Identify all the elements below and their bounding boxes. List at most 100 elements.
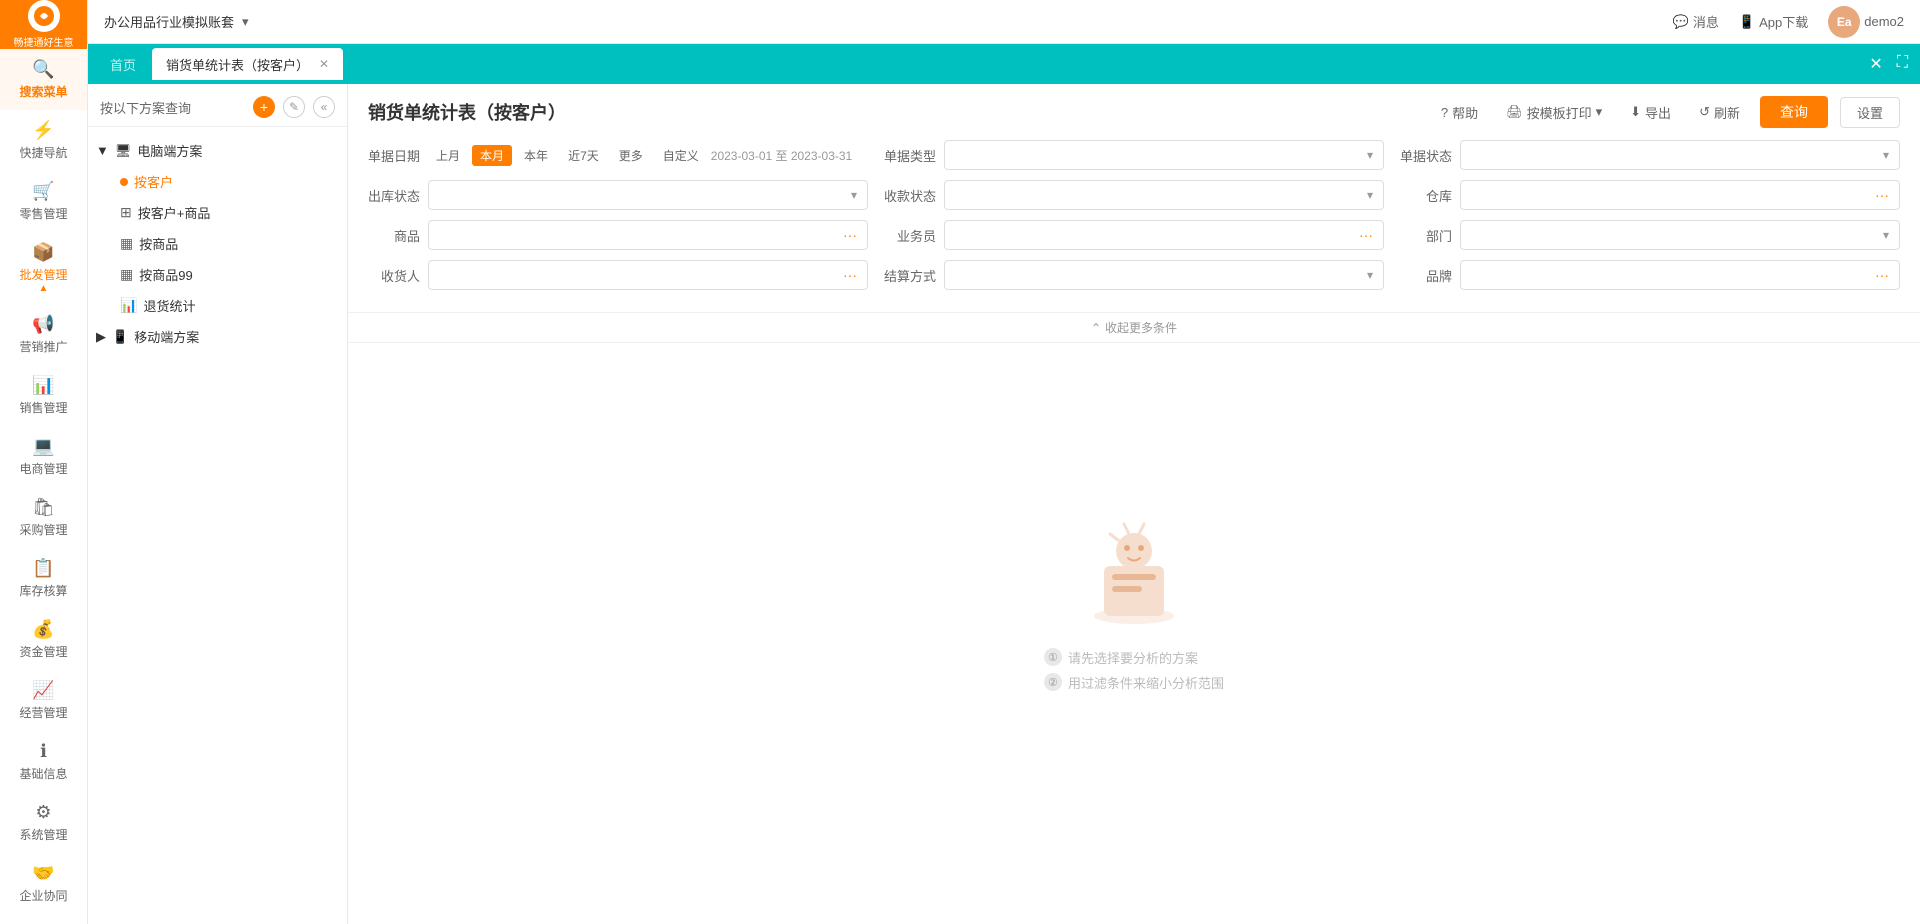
sidebar-item-search[interactable]: 🔍 搜索菜单	[0, 49, 88, 110]
print-dropdown-icon: ▾	[1596, 104, 1603, 120]
outstatus-dropdown-icon: ▾	[851, 188, 857, 202]
topbar-user[interactable]: Ea demo2	[1828, 6, 1904, 38]
tab-sales-stats[interactable]: 销货单统计表（按客户） ✕	[152, 48, 343, 80]
template-print-label: 按模板打印	[1527, 103, 1592, 122]
brand-input[interactable]: ···	[1460, 260, 1900, 290]
tree-item-by-goods-99[interactable]: ▦ 按商品99	[104, 259, 347, 290]
filter-date-cell: 单据日期 上月 本月 本年 近7天 更多 自定义 2023-03-01 至 20…	[368, 145, 868, 166]
docstatus-select[interactable]: ▾	[1460, 140, 1900, 170]
tab-home-label: 首页	[110, 55, 136, 74]
tree-desktop-group[interactable]: ▼ 🖥 电脑端方案	[88, 135, 347, 166]
empty-tips: ① 请先选择要分析的方案 ② 用过滤条件来缩小分析范围	[1044, 648, 1224, 692]
sidebar-item-retail[interactable]: 🛒 零售管理	[0, 171, 88, 232]
add-scheme-btn[interactable]: +	[253, 96, 275, 118]
tabbar-close-btn[interactable]: ✕	[1865, 50, 1886, 78]
receiptstatus-select[interactable]: ▾	[944, 180, 1384, 210]
collapse-panel-btn[interactable]: «	[313, 96, 335, 118]
appdownload-label: App下载	[1759, 12, 1808, 31]
purchase-icon: 🛍	[32, 497, 55, 518]
left-panel-icons: + ✎ «	[253, 96, 335, 118]
left-panel-title: 按以下方案查询	[100, 98, 191, 117]
sidebar-item-operation[interactable]: 📈 经营管理	[0, 670, 88, 731]
tree-mobile-group[interactable]: ▶ 📱 移动端方案	[88, 321, 347, 352]
sidebar-item-system[interactable]: ⚙ 系统管理	[0, 792, 88, 853]
doctype-select[interactable]: ▾	[944, 140, 1384, 170]
sidebar-item-sales[interactable]: 📊 销售管理	[0, 365, 88, 426]
shortcut-this-month[interactable]: 本月	[472, 145, 512, 166]
warehouse-label: 仓库	[1400, 186, 1452, 205]
sidebar-item-inventory[interactable]: 📋 库存核算	[0, 548, 88, 609]
sidebar-item-finance[interactable]: 💰 资金管理	[0, 609, 88, 670]
settings-button[interactable]: 设置	[1840, 97, 1900, 128]
tip-text-2: 用过滤条件来缩小分析范围	[1068, 673, 1224, 692]
consignee-dots-icon[interactable]: ···	[843, 267, 857, 283]
tree-item-by-goods[interactable]: ▦ 按商品	[104, 228, 347, 259]
topbar-right: 💬 消息 📱 App下载 Ea demo2	[1673, 6, 1904, 38]
help-label: 帮助	[1452, 103, 1478, 122]
page-title: 销货单统计表（按客户）	[368, 99, 566, 125]
refresh-label: 刷新	[1714, 103, 1740, 122]
topbar-title: 办公用品行业模拟账套	[104, 12, 234, 31]
sidebar-item-wholesale[interactable]: 📦 批发管理 ▲	[0, 232, 88, 304]
shortcut-this-year[interactable]: 本年	[516, 145, 556, 166]
avatar: Ea	[1828, 6, 1860, 38]
template-print-btn[interactable]: 🖨 按模板打印 ▾	[1498, 99, 1610, 126]
tree-item-return-stats[interactable]: 📊 退货统计	[104, 290, 347, 321]
sidebar-item-quick-nav[interactable]: ⚡ 快捷导航	[0, 110, 88, 171]
sidebar-item-label: 采购管理	[19, 521, 67, 538]
topbar-dropdown-icon[interactable]: ▾	[242, 14, 249, 30]
collapse-btn[interactable]: ⌃ 收起更多条件	[1091, 319, 1177, 336]
outstatus-select[interactable]: ▾	[428, 180, 868, 210]
goods-dots-icon[interactable]: ···	[843, 227, 857, 243]
brand-dots-icon[interactable]: ···	[1875, 267, 1889, 283]
sidebar-item-marketing[interactable]: 📢 营销推广	[0, 304, 88, 365]
refresh-btn[interactable]: ↺ 刷新	[1691, 99, 1748, 126]
sidebar-item-enterprise[interactable]: 🤝 企业协同	[0, 853, 88, 914]
filter-goods-cell: 商品 ···	[368, 220, 868, 250]
filter-row-3: 商品 ··· 业务员 ··· 部门	[368, 220, 1900, 250]
department-select[interactable]: ▾	[1460, 220, 1900, 250]
tab-home[interactable]: 首页	[96, 48, 150, 80]
export-btn[interactable]: ⬇ 导出	[1622, 99, 1679, 126]
shortcut-custom[interactable]: 自定义	[655, 145, 707, 166]
chart-icon: 📊	[120, 297, 137, 314]
logo-text: 畅捷通好生意	[14, 34, 74, 49]
shortcut-7days[interactable]: 近7天	[560, 145, 607, 166]
tree-item-by-customer[interactable]: 按客户	[104, 166, 347, 197]
sidebar-logo[interactable]: 畅捷通好生意	[0, 0, 88, 49]
docstatus-dropdown-icon: ▾	[1883, 148, 1889, 162]
consignee-input[interactable]: ···	[428, 260, 868, 290]
salesperson-input[interactable]: ···	[944, 220, 1384, 250]
page-actions: ? 帮助 🖨 按模板打印 ▾ ⬇ 导出 ↺ 刷新	[1433, 96, 1900, 128]
topbar-appdownload-btn[interactable]: 📱 App下载	[1739, 12, 1808, 31]
empty-tip-1: ① 请先选择要分析的方案	[1044, 648, 1224, 667]
warehouse-input[interactable]: ···	[1460, 180, 1900, 210]
query-button[interactable]: 查询	[1760, 96, 1828, 128]
filter-salesperson-cell: 业务员 ···	[884, 220, 1384, 250]
sidebar-item-purchase[interactable]: 🛍 采购管理	[0, 487, 88, 548]
help-btn[interactable]: ? 帮助	[1433, 99, 1486, 126]
salesperson-dots-icon[interactable]: ···	[1359, 227, 1373, 243]
sidebar-item-newbie[interactable]: 🎯 新手引导	[0, 914, 88, 924]
tree-item-by-customer-goods[interactable]: ⊞ 按客户+商品	[104, 197, 347, 228]
sidebar-item-ecommerce[interactable]: 💻 电商管理	[0, 426, 88, 487]
shortcut-last-month[interactable]: 上月	[428, 145, 468, 166]
tree-item-label: 按客户+商品	[138, 203, 211, 222]
filter-outstatus-cell: 出库状态 ▾	[368, 180, 868, 210]
edit-scheme-btn[interactable]: ✎	[283, 96, 305, 118]
left-panel-header: 按以下方案查询 + ✎ «	[88, 84, 347, 127]
salesperson-label: 业务员	[884, 226, 936, 245]
wholesale-icon: 📦	[32, 242, 54, 263]
tab-close-icon[interactable]: ✕	[319, 57, 329, 71]
filter-row-1: 单据日期 上月 本月 本年 近7天 更多 自定义 2023-03-01 至 20…	[368, 140, 1900, 170]
warehouse-dots-icon[interactable]: ···	[1875, 187, 1889, 203]
table2-icon: ▦	[120, 266, 133, 283]
tabbar-fullscreen-btn[interactable]: ⛶	[1893, 50, 1912, 78]
export-icon: ⬇	[1630, 104, 1641, 120]
topbar-message-btn[interactable]: 💬 消息	[1673, 12, 1719, 31]
settlement-select[interactable]: ▾	[944, 260, 1384, 290]
goods-input[interactable]: ···	[428, 220, 868, 250]
sidebar-item-basic[interactable]: ℹ 基础信息	[0, 731, 88, 792]
ecommerce-icon: 💻	[32, 436, 54, 457]
shortcut-more[interactable]: 更多	[611, 145, 651, 166]
